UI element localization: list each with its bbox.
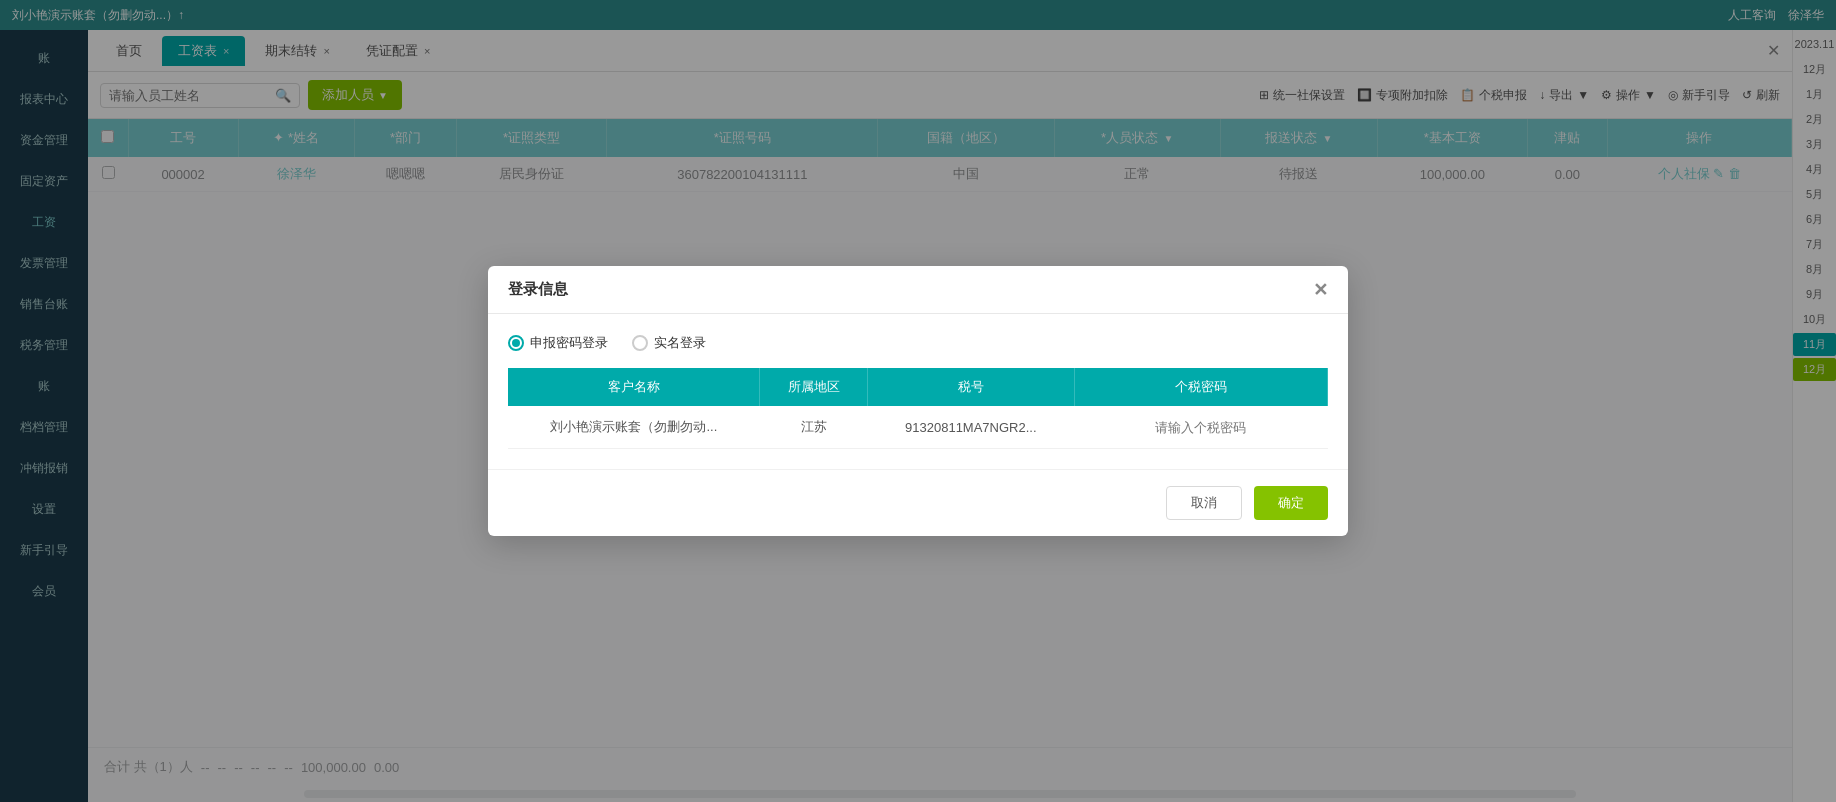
modal-title: 登录信息 [508,280,568,299]
modal-header: 登录信息 ✕ [488,266,1348,314]
modal-overlay: 登录信息 ✕ 申报密码登录 实名登录 [0,0,1836,802]
col-client-name: 客户名称 [508,368,760,406]
cancel-button[interactable]: 取消 [1166,486,1242,520]
client-name-cell: 刘小艳演示账套（勿删勿动... [508,406,760,449]
modal-footer: 取消 确定 [488,469,1348,536]
radio-realname-circle [632,335,648,351]
password-cell[interactable] [1074,406,1327,449]
modal-close-button[interactable]: ✕ [1313,281,1328,299]
region-cell: 江苏 [760,406,868,449]
modal-body: 申报密码登录 实名登录 客户名称 所属地区 税号 个税密码 [488,314,1348,469]
login-data-table: 客户名称 所属地区 税号 个税密码 刘小艳演示账套（勿删勿动... 江苏 913… [508,368,1328,449]
confirm-button[interactable]: 确定 [1254,486,1328,520]
login-info-modal: 登录信息 ✕ 申报密码登录 实名登录 [488,266,1348,536]
radio-password-circle [508,335,524,351]
col-region: 所属地区 [760,368,868,406]
col-tax-no: 税号 [867,368,1074,406]
col-tax-password: 个税密码 [1074,368,1327,406]
tax-password-input[interactable] [1090,420,1311,435]
radio-password-login[interactable]: 申报密码登录 [508,334,608,352]
tax-no-cell: 91320811MA7NGR2... [867,406,1074,449]
login-table-row: 刘小艳演示账套（勿删勿动... 江苏 91320811MA7NGR2... [508,406,1328,449]
radio-realname-login[interactable]: 实名登录 [632,334,706,352]
radio-group: 申报密码登录 实名登录 [508,334,1328,352]
